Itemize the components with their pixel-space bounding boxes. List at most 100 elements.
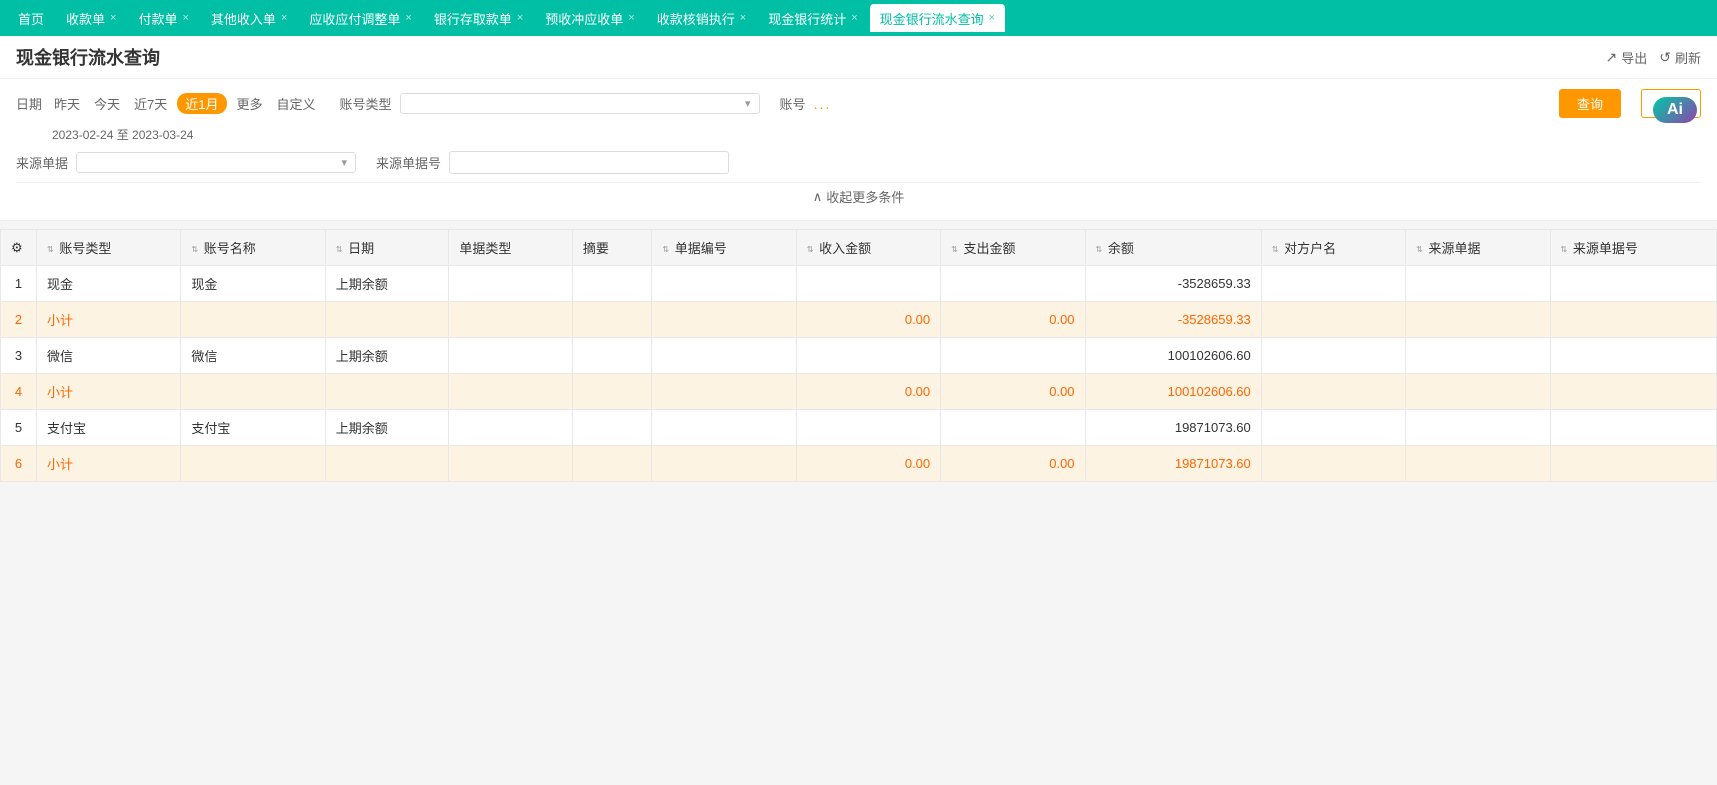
filter-area: 日期 昨天 今天 近7天 近1月 更多 自定义 账号类型 ▾ 账号 ... 查询: [0, 79, 1717, 221]
table-row: 3微信微信上期余额100102606.60: [1, 338, 1717, 374]
col-doc-no[interactable]: ⇅ 单据编号: [652, 230, 796, 266]
table-cell: [796, 338, 940, 374]
table-cell: [1406, 338, 1550, 374]
table-cell: 0.00: [941, 374, 1085, 410]
source-doc-chevron-icon: ▾: [341, 156, 347, 169]
nav-tab-5[interactable]: 预收冲应收单 ×: [535, 4, 644, 32]
nav-tab-6[interactable]: 收款核销执行 ×: [647, 4, 756, 32]
chevron-down-icon: ▾: [745, 97, 751, 110]
col-date[interactable]: ⇅ 日期: [325, 230, 449, 266]
col-source-doc[interactable]: ⇅ 来源单据: [1406, 230, 1550, 266]
account-ellipsis[interactable]: ...: [814, 96, 832, 112]
date-filter-group: 日期 昨天 今天 近7天 近1月 更多 自定义: [16, 93, 320, 114]
col-income[interactable]: ⇅ 收入金额: [796, 230, 940, 266]
col-account-name[interactable]: ⇅ 账号名称: [181, 230, 325, 266]
export-icon: ↗: [1606, 49, 1618, 66]
table-cell: 微信: [181, 338, 325, 374]
sort-arrows-account-type: ⇅: [47, 245, 54, 254]
table-cell: [796, 266, 940, 302]
more-btn[interactable]: 更多: [233, 93, 267, 114]
table-row: 6小计0.000.0019871073.60: [1, 446, 1717, 482]
nav-tab-4[interactable]: 银行存取款单 ×: [424, 4, 533, 32]
close-icon-4[interactable]: ×: [517, 12, 523, 24]
table-cell: 支付宝: [37, 410, 181, 446]
table-cell: [325, 374, 449, 410]
nav-tab-1[interactable]: 付款单 ×: [128, 4, 198, 32]
source-doc-label: 来源单据: [16, 153, 68, 172]
close-icon-7[interactable]: ×: [851, 12, 857, 24]
source-doc-no-input[interactable]: [449, 151, 729, 174]
table-cell: [1406, 410, 1550, 446]
table-cell: [572, 302, 652, 338]
table-row: 4小计0.000.00100102606.60: [1, 374, 1717, 410]
close-icon-5[interactable]: ×: [628, 12, 634, 24]
table-cell: [1261, 446, 1405, 482]
sort-arrows-date: ⇅: [336, 245, 343, 254]
account-filter-group: 账号 ...: [780, 94, 1539, 113]
today-btn[interactable]: 今天: [90, 93, 124, 114]
close-icon-1[interactable]: ×: [182, 12, 188, 24]
gear-header[interactable]: ⚙: [1, 230, 37, 266]
yesterday-btn[interactable]: 昨天: [50, 93, 84, 114]
gear-icon: ⚙: [11, 240, 23, 255]
nav-tab-8[interactable]: 现金银行流水查询 ×: [870, 4, 1005, 32]
table-cell: [449, 446, 573, 482]
table-cell: [1550, 374, 1716, 410]
nav-tab-2[interactable]: 其他收入单 ×: [201, 4, 297, 32]
col-account-type[interactable]: ⇅ 账号类型: [37, 230, 181, 266]
col-expense[interactable]: ⇅ 支出金额: [941, 230, 1085, 266]
nav-home[interactable]: 首页: [8, 9, 54, 28]
table-cell: [1550, 446, 1716, 482]
table-cell: 2: [1, 302, 37, 338]
close-icon-2[interactable]: ×: [281, 12, 287, 24]
nav-tab-7[interactable]: 现金银行统计 ×: [758, 4, 867, 32]
table-cell: [652, 410, 796, 446]
table-body: 1现金现金上期余额-3528659.332小计0.000.00-3528659.…: [1, 266, 1717, 482]
custom-btn[interactable]: 自定义: [273, 93, 320, 114]
filter-row-2: 来源单据 ▾ 来源单据号: [16, 151, 1701, 174]
table-cell: 支付宝: [181, 410, 325, 446]
sort-arrows-balance: ⇅: [1096, 245, 1103, 254]
table-cell: 上期余额: [325, 338, 449, 374]
close-icon-0[interactable]: ×: [110, 12, 116, 24]
table-cell: 4: [1, 374, 37, 410]
table-cell: [652, 302, 796, 338]
ai-badge[interactable]: Ai: [1653, 97, 1697, 123]
date-label: 日期: [16, 94, 42, 113]
col-counterparty[interactable]: ⇅ 对方户名: [1261, 230, 1405, 266]
source-doc-select[interactable]: ▾: [76, 152, 356, 173]
refresh-button[interactable]: ↺ 刷新: [1659, 48, 1701, 67]
table-cell: [1406, 266, 1550, 302]
close-icon-8[interactable]: ×: [989, 12, 995, 24]
sort-arrows-expense: ⇅: [951, 245, 958, 254]
1month-btn[interactable]: 近1月: [177, 93, 226, 114]
table-cell: [449, 338, 573, 374]
table-cell: [325, 446, 449, 482]
table-cell: [1406, 446, 1550, 482]
col-source-doc-no[interactable]: ⇅ 来源单据号: [1550, 230, 1716, 266]
table-cell: [1550, 302, 1716, 338]
table-cell: 0.00: [941, 446, 1085, 482]
close-icon-6[interactable]: ×: [740, 12, 746, 24]
table-cell: [181, 302, 325, 338]
table-cell: [1550, 338, 1716, 374]
col-balance[interactable]: ⇅ 余额: [1085, 230, 1261, 266]
nav-tab-0[interactable]: 收款单 ×: [56, 4, 126, 32]
close-icon-3[interactable]: ×: [405, 12, 411, 24]
header-actions: ↗ 导出 ↺ 刷新: [1606, 48, 1702, 67]
table-cell: [449, 374, 573, 410]
table-cell: 19871073.60: [1085, 410, 1261, 446]
table-cell: 微信: [37, 338, 181, 374]
sort-arrows-account-name: ⇅: [191, 245, 198, 254]
table-cell: [1406, 374, 1550, 410]
collapse-button[interactable]: ∧ 收起更多条件: [16, 182, 1701, 210]
table-cell: [1261, 266, 1405, 302]
export-button[interactable]: ↗ 导出: [1606, 48, 1648, 67]
table-cell: [796, 410, 940, 446]
table-cell: [325, 302, 449, 338]
query-button[interactable]: 查询: [1559, 89, 1621, 118]
nav-tab-3[interactable]: 应收应付调整单 ×: [299, 4, 421, 32]
table-cell: 6: [1, 446, 37, 482]
7days-btn[interactable]: 近7天: [130, 93, 171, 114]
account-type-select[interactable]: ▾: [400, 93, 760, 114]
